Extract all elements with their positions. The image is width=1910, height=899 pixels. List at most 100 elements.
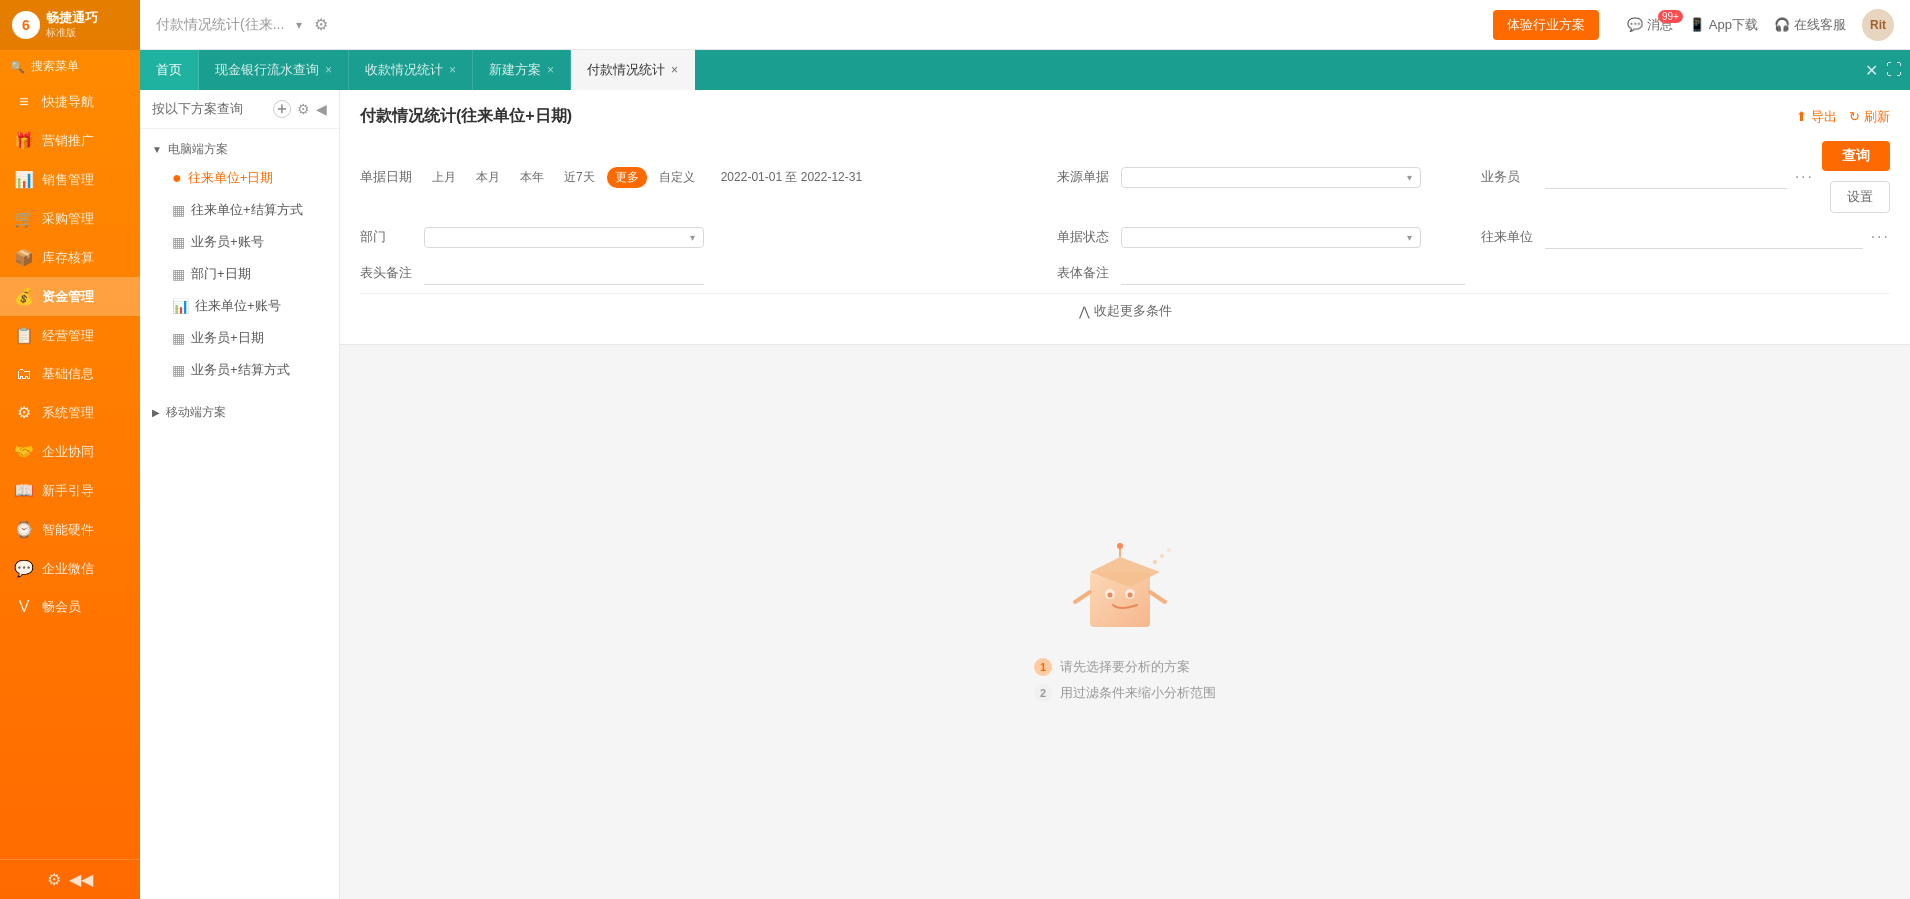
logo-text-group: 畅捷通巧 标准版 bbox=[46, 10, 98, 40]
filter-partner-dots-icon[interactable]: ··· bbox=[1871, 228, 1890, 246]
filter-staff-dots-icon[interactable]: ··· bbox=[1795, 168, 1814, 186]
scheme-item-partner-account[interactable]: 📊 往来单位+账号 bbox=[140, 290, 339, 322]
tab-bank[interactable]: 现金银行流水查询 × bbox=[199, 50, 349, 90]
collapse-filter-button[interactable]: ⋀ 收起更多条件 bbox=[360, 293, 1890, 328]
export-button[interactable]: ⬆ 导出 bbox=[1796, 108, 1837, 126]
tab-expand-icon[interactable]: ⛶ bbox=[1886, 61, 1902, 79]
scheme-settings-icon[interactable]: ⚙ bbox=[297, 101, 310, 117]
sidebar-item-sales[interactable]: 📊 销售管理 bbox=[0, 160, 140, 199]
scheme-item-staff-settle[interactable]: ▦ 业务员+结算方式 bbox=[140, 354, 339, 386]
scheme-item-partner-date[interactable]: ● 往来单位+日期 bbox=[140, 162, 339, 194]
tab-payment[interactable]: 付款情况统计 × bbox=[571, 50, 695, 90]
filter-status-select[interactable]: ▾ bbox=[1121, 227, 1421, 248]
sidebar-item-operation[interactable]: 📋 经营管理 bbox=[0, 316, 140, 355]
scheme-panel-actions: + ⚙ ◀ bbox=[273, 100, 327, 118]
filter-source-select[interactable]: ▾ bbox=[1121, 167, 1421, 188]
sidebar-item-basic[interactable]: 🗂 基础信息 bbox=[0, 355, 140, 393]
sidebar-item-collab[interactable]: 🤝 企业协同 bbox=[0, 432, 140, 471]
filter-title-row: 付款情况统计(往来单位+日期) ⬆ 导出 ↻ 刷新 bbox=[360, 106, 1890, 127]
tab-new-plan-close-icon[interactable]: × bbox=[547, 63, 554, 77]
filter-dept-field: 部门 ▾ bbox=[360, 227, 1041, 248]
scheme-collapse-icon[interactable]: ◀ bbox=[316, 101, 327, 117]
scheme-group-mobile-title[interactable]: ▶ 移动端方案 bbox=[140, 398, 339, 425]
query-button[interactable]: 查询 bbox=[1822, 141, 1890, 171]
empty-tip-1: 1 请先选择要分析的方案 bbox=[1034, 658, 1216, 676]
svg-line-9 bbox=[1150, 592, 1165, 602]
sidebar-settings-btn[interactable]: ⚙ bbox=[47, 870, 61, 889]
filter-source-field: 来源单据 ▾ bbox=[1057, 167, 1466, 188]
scheme-item-partner-settle[interactable]: ▦ 往来单位+结算方式 bbox=[140, 194, 339, 226]
sidebar-item-hardware[interactable]: ⌚ 智能硬件 bbox=[0, 510, 140, 549]
scheme-group-desktop: ▼ 电脑端方案 ● 往来单位+日期 ▦ 往来单位+结算方式 ▦ 业务员+账号 ▦ bbox=[140, 129, 339, 392]
sidebar-item-inventory[interactable]: 📦 库存核算 bbox=[0, 238, 140, 277]
sidebar-collapse-btn[interactable]: ◀◀ bbox=[69, 870, 93, 889]
filter-body-note-input[interactable] bbox=[1121, 261, 1466, 285]
filter-partner-field: 往来单位 ··· bbox=[1481, 225, 1890, 249]
filter-date-this-year[interactable]: 本年 bbox=[512, 167, 552, 188]
message-button[interactable]: 💬 消息 99+ bbox=[1627, 16, 1673, 34]
filter-status-arrow-icon: ▾ bbox=[1407, 232, 1412, 243]
sidebar-item-vip[interactable]: V 畅会员 bbox=[0, 588, 140, 626]
sidebar-item-wechat[interactable]: 💬 企业微信 bbox=[0, 549, 140, 588]
tabbar: 首页 现金银行流水查询 × 收款情况统计 × 新建方案 × 付款情况统计 × ✕… bbox=[140, 50, 1910, 90]
tab-new-plan[interactable]: 新建方案 × bbox=[473, 50, 571, 90]
filter-staff-input[interactable] bbox=[1545, 165, 1786, 189]
tab-bank-label: 现金银行流水查询 bbox=[215, 61, 319, 79]
filter-row-3: 表头备注 表体备注 bbox=[360, 261, 1890, 285]
tab-collection-close-icon[interactable]: × bbox=[449, 63, 456, 77]
filter-head-note-input[interactable] bbox=[424, 261, 704, 285]
filter-dept-select[interactable]: ▾ bbox=[424, 227, 704, 248]
user-avatar[interactable]: Rit bbox=[1862, 9, 1894, 41]
tabbar-spacer bbox=[695, 50, 1857, 90]
svg-point-4 bbox=[1108, 593, 1113, 598]
topbar-settings-icon[interactable]: ⚙ bbox=[314, 15, 328, 34]
filter-date-more[interactable]: 更多 bbox=[607, 167, 647, 188]
sidebar-item-guide[interactable]: 📖 新手引导 bbox=[0, 471, 140, 510]
collapse-filter-icon: ⋀ bbox=[1079, 304, 1090, 319]
sidebar-item-system[interactable]: ⚙ 系统管理 bbox=[0, 393, 140, 432]
fund-icon: 💰 bbox=[14, 287, 34, 306]
sidebar: 6 畅捷通巧 标准版 🔍 搜索菜单 ≡ 快捷导航 🎁 营销推广 📊 销售管理 🛒… bbox=[0, 0, 140, 899]
sidebar-item-marketing[interactable]: 🎁 营销推广 bbox=[0, 121, 140, 160]
app-download-button[interactable]: 📱 App下载 bbox=[1689, 16, 1758, 34]
filter-staff-input-wrap bbox=[1545, 165, 1786, 189]
filter-date-last-month[interactable]: 上月 bbox=[424, 167, 464, 188]
filter-partner-input[interactable] bbox=[1545, 225, 1862, 249]
logo-name: 畅捷通巧 bbox=[46, 10, 98, 26]
scheme-group-desktop-title[interactable]: ▼ 电脑端方案 bbox=[140, 135, 339, 162]
empty-state: 1 请先选择要分析的方案 2 用过滤条件来缩小分析范围 bbox=[340, 345, 1910, 899]
sidebar-item-nav[interactable]: ≡ 快捷导航 bbox=[0, 83, 140, 121]
sidebar-item-fund[interactable]: 💰 资金管理 bbox=[0, 277, 140, 316]
tab-payment-close-icon[interactable]: × bbox=[671, 63, 678, 77]
tab-collection[interactable]: 收款情况统计 × bbox=[349, 50, 473, 90]
scheme-item-dept-date[interactable]: ▦ 部门+日期 bbox=[140, 258, 339, 290]
scheme-add-icon[interactable]: + bbox=[273, 100, 291, 118]
refresh-button[interactable]: ↻ 刷新 bbox=[1849, 108, 1890, 126]
filter-source-label: 来源单据 bbox=[1057, 168, 1113, 186]
tab-collection-label: 收款情况统计 bbox=[365, 61, 443, 79]
scheme-item-staff-date[interactable]: ▦ 业务员+日期 bbox=[140, 322, 339, 354]
tab-close-all-icon[interactable]: ✕ bbox=[1865, 61, 1878, 80]
scheme-item-partner-settle-icon: ▦ bbox=[172, 202, 185, 218]
main-content: 付款情况统计(往来单位+日期) ⬆ 导出 ↻ 刷新 bbox=[340, 90, 1910, 899]
scheme-item-staff-account[interactable]: ▦ 业务员+账号 bbox=[140, 226, 339, 258]
marketing-icon: 🎁 bbox=[14, 131, 34, 150]
tab-home[interactable]: 首页 bbox=[140, 50, 199, 90]
scheme-item-partner-account-icon: 📊 bbox=[172, 298, 189, 314]
scheme-item-staff-account-icon: ▦ bbox=[172, 234, 185, 250]
scheme-item-staff-settle-icon: ▦ bbox=[172, 362, 185, 378]
guide-icon: 📖 bbox=[14, 481, 34, 500]
tab-bank-close-icon[interactable]: × bbox=[325, 63, 332, 77]
sidebar-search[interactable]: 🔍 搜索菜单 bbox=[0, 50, 140, 83]
filter-date-7days[interactable]: 近7天 bbox=[556, 167, 603, 188]
filter-date-range-group: 2022-01-01 至 2022-12-31 bbox=[717, 169, 862, 186]
filter-date-custom[interactable]: 自定义 bbox=[651, 167, 703, 188]
filter-head-note-field: 表头备注 bbox=[360, 261, 1041, 285]
filter-settings-button[interactable]: 设置 bbox=[1830, 181, 1890, 213]
online-service-button[interactable]: 🎧 在线客服 bbox=[1774, 16, 1846, 34]
svg-point-5 bbox=[1128, 593, 1133, 598]
sidebar-item-purchase[interactable]: 🛒 采购管理 bbox=[0, 199, 140, 238]
trial-button[interactable]: 体验行业方案 bbox=[1493, 10, 1599, 40]
filter-date-this-month[interactable]: 本月 bbox=[468, 167, 508, 188]
topbar-right: 💬 消息 99+ 📱 App下载 🎧 在线客服 Rit bbox=[1627, 9, 1894, 41]
